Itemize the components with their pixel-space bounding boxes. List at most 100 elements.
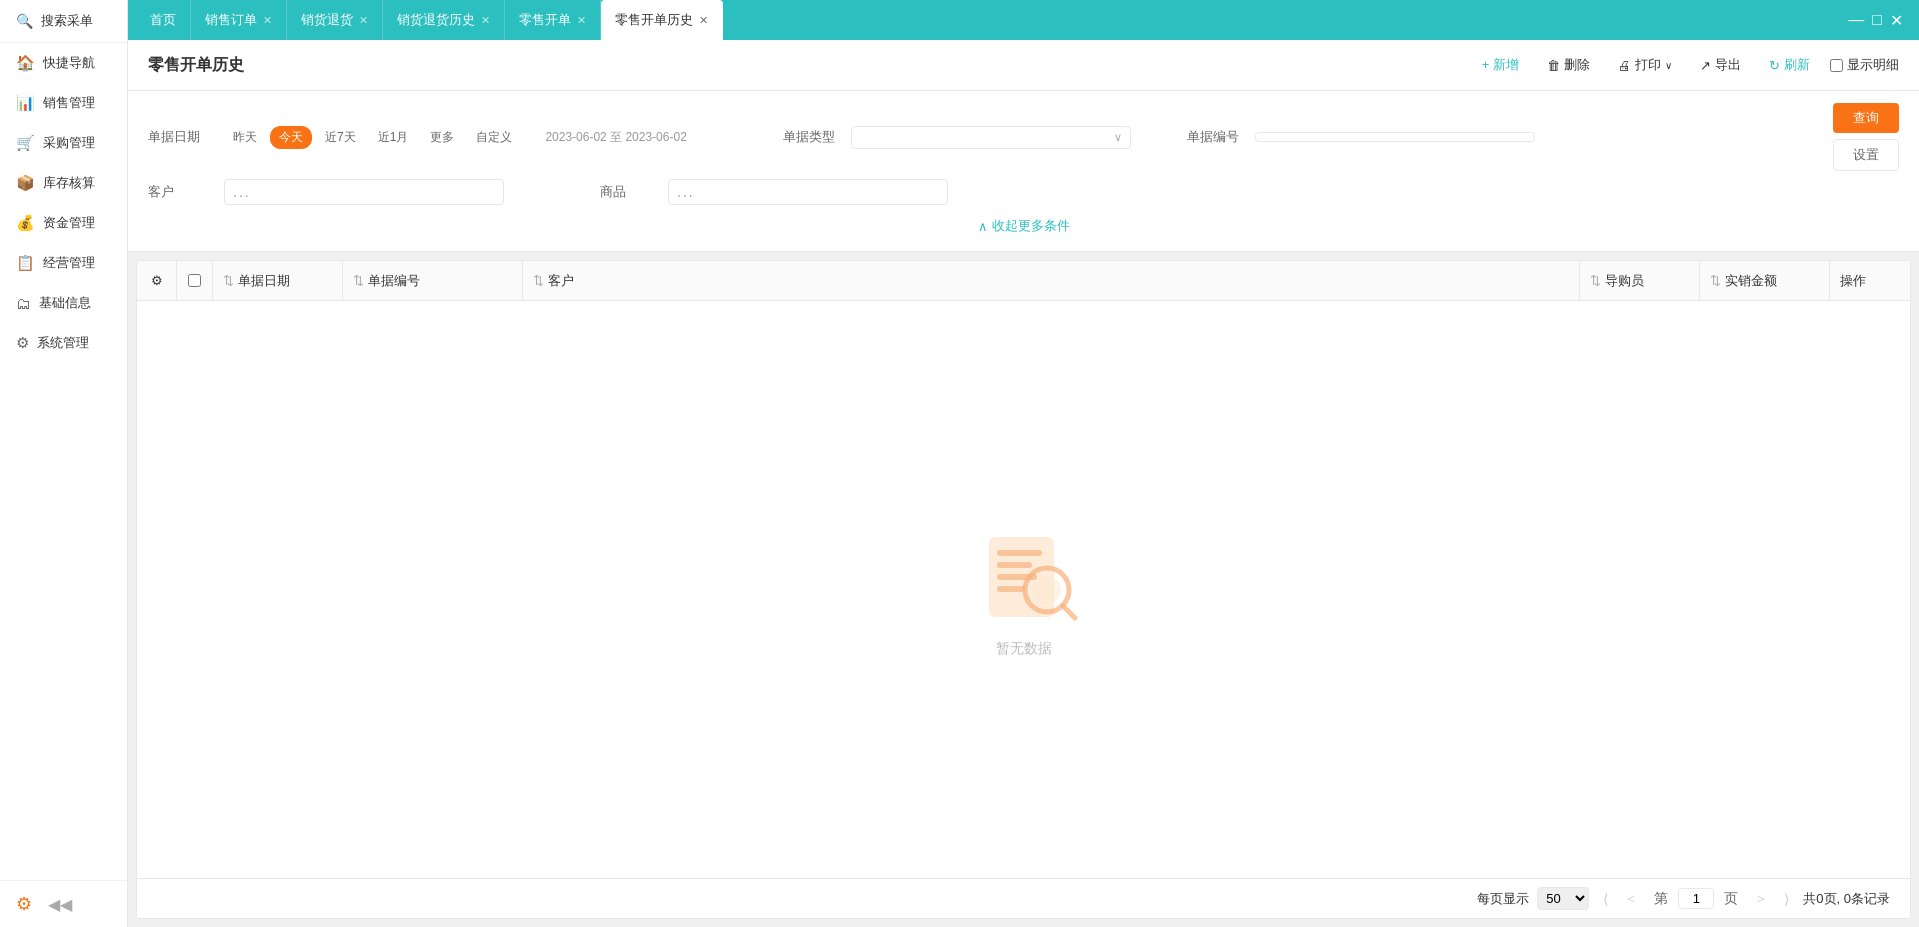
chevron-down-icon: ∨ — [1114, 131, 1122, 144]
sidebar-item-quick-nav[interactable]: 🏠 快捷导航 — [0, 43, 127, 83]
th-check[interactable] — [177, 261, 213, 300]
tab-home-label: 首页 — [150, 11, 176, 29]
export-icon: ↗ — [1700, 58, 1711, 73]
th-amount[interactable]: ⇅ 实销金额 — [1700, 261, 1830, 300]
sidebar-item-system-mgmt[interactable]: ⚙ 系统管理 — [0, 323, 127, 363]
page-number-input[interactable] — [1678, 888, 1714, 909]
toolbar: + 新增 🗑 删除 🖨 打印 ∨ ↗ 导出 ↻ 刷新 — [1474, 52, 1899, 78]
th-amount-label: 实销金额 — [1725, 272, 1777, 290]
sidebar-item-inventory[interactable]: 📦 库存核算 — [0, 163, 127, 203]
goods-input[interactable]: ... — [668, 179, 948, 205]
table-header: ⚙ ⇅ 单据日期 ⇅ 单据编号 ⇅ 客户 ⇅ — [137, 261, 1910, 301]
date-btn-today[interactable]: 今天 — [270, 126, 312, 149]
select-all-checkbox[interactable] — [188, 274, 201, 287]
sidebar-item-purchase-mgmt[interactable]: 🛒 采购管理 — [0, 123, 127, 163]
search-icon: 🔍 — [16, 13, 33, 29]
tab-retail-history-label: 零售开单历史 — [615, 11, 693, 29]
th-num[interactable]: ⇅ 单据编号 — [343, 261, 523, 300]
page-title: 零售开单历史 — [148, 55, 244, 76]
filter-row-2: 客户 ... 商品 ... — [148, 179, 1899, 205]
sidebar-item-sales-mgmt[interactable]: 📊 销售管理 — [0, 83, 127, 123]
pagination: 每页显示 50 10 20 100 ⟨ ＜ 第 页 ＞ ⟩ 共0页, 0条记录 — [137, 878, 1910, 918]
export-button[interactable]: ↗ 导出 — [1692, 52, 1749, 78]
date-btn-custom[interactable]: 自定义 — [467, 126, 521, 149]
sidebar-search[interactable]: 🔍 搜索采单 — [0, 0, 127, 43]
sales-icon: 📊 — [16, 94, 35, 112]
refresh-button[interactable]: ↻ 刷新 — [1761, 52, 1818, 78]
minimize-btn[interactable]: — — [1848, 11, 1864, 29]
th-action-label: 操作 — [1840, 272, 1866, 290]
maximize-btn[interactable]: □ — [1872, 11, 1882, 29]
th-amount-sort-icon: ⇅ — [1710, 273, 1721, 288]
goods-dots: ... — [677, 184, 695, 200]
tab-retail-open-label: 零售开单 — [519, 11, 571, 29]
page-label: 第 — [1648, 888, 1674, 910]
tab-sales-return-history[interactable]: 销货退货历史 ✕ — [383, 0, 505, 40]
tab-sales-order[interactable]: 销售订单 ✕ — [191, 0, 287, 40]
th-date[interactable]: ⇅ 单据日期 — [213, 261, 343, 300]
add-label: + 新增 — [1482, 56, 1519, 74]
page-nav: ⟨ ＜ 第 页 ＞ ⟩ — [1597, 888, 1795, 910]
window-controls: — □ ✕ — [1848, 11, 1911, 30]
th-guide-sort-icon: ⇅ — [1590, 273, 1601, 288]
close-btn[interactable]: ✕ — [1890, 11, 1903, 30]
sidebar-item-finance[interactable]: 💰 资金管理 — [0, 203, 127, 243]
customer-input[interactable]: ... — [224, 179, 504, 205]
settings-button[interactable]: 设置 — [1833, 139, 1899, 171]
tab-home[interactable]: 首页 — [136, 0, 191, 40]
date-btn-yesterday[interactable]: 昨天 — [224, 126, 266, 149]
tab-close-sales-return-history[interactable]: ✕ — [481, 14, 490, 27]
svg-point-7 — [1033, 576, 1061, 604]
finance-icon: 💰 — [16, 214, 35, 232]
show-detail-label: 显示明细 — [1847, 56, 1899, 74]
tab-close-sales-order[interactable]: ✕ — [263, 14, 272, 27]
delete-icon: 🗑 — [1547, 58, 1560, 73]
collapse-sidebar-icon[interactable]: ◀◀ — [48, 895, 72, 914]
collapse-row: ∧ 收起更多条件 — [148, 213, 1899, 239]
tab-retail-history[interactable]: 零售开单历史 ✕ — [601, 0, 723, 40]
th-gear[interactable]: ⚙ — [137, 261, 177, 300]
collapse-arrow-icon: ∧ — [978, 219, 988, 234]
first-page-btn[interactable]: ⟨ — [1597, 889, 1614, 909]
per-page-select[interactable]: 50 10 20 100 — [1537, 887, 1589, 910]
page-header: 零售开单历史 + 新增 🗑 删除 🖨 打印 ∨ ↗ 导出 — [128, 40, 1919, 91]
last-page-btn[interactable]: ⟩ — [1778, 889, 1795, 909]
sidebar: 🔍 搜索采单 🏠 快捷导航 📊 销售管理 🛒 采购管理 📦 库存核算 💰 资金管… — [0, 0, 128, 927]
customer-label: 客户 — [148, 183, 208, 201]
doc-type-select[interactable]: ∨ — [851, 126, 1131, 149]
th-customer-label: 客户 — [548, 272, 574, 290]
sidebar-item-basic-info[interactable]: 🗂 基础信息 — [0, 283, 127, 323]
date-btn-month[interactable]: 近1月 — [369, 126, 418, 149]
date-btn-week[interactable]: 近7天 — [316, 126, 365, 149]
prev-page-btn[interactable]: ＜ — [1618, 888, 1644, 910]
date-btn-more[interactable]: 更多 — [421, 126, 463, 149]
settings-footer-icon[interactable]: ⚙ — [16, 893, 32, 915]
query-button[interactable]: 查询 — [1833, 103, 1899, 133]
content-area: 零售开单历史 + 新增 🗑 删除 🖨 打印 ∨ ↗ 导出 — [128, 40, 1919, 927]
operations-icon: 📋 — [16, 254, 35, 272]
sidebar-item-label: 快捷导航 — [43, 54, 95, 72]
th-guide[interactable]: ⇅ 导购员 — [1580, 261, 1700, 300]
sidebar-item-operations[interactable]: 📋 经营管理 — [0, 243, 127, 283]
tab-retail-open[interactable]: 零售开单 ✕ — [505, 0, 601, 40]
collapse-button[interactable]: ∧ 收起更多条件 — [966, 213, 1082, 239]
sidebar-search-label: 搜索采单 — [41, 12, 93, 30]
collapse-label: 收起更多条件 — [992, 217, 1070, 235]
print-arrow-icon: ∨ — [1665, 60, 1672, 71]
th-customer[interactable]: ⇅ 客户 — [523, 261, 1580, 300]
show-detail-check[interactable] — [1830, 59, 1843, 72]
doc-num-label: 单据编号 — [1187, 128, 1247, 146]
tab-sales-return[interactable]: 销货退货 ✕ — [287, 0, 383, 40]
delete-button[interactable]: 🗑 删除 — [1539, 52, 1598, 78]
add-button[interactable]: + 新增 — [1474, 52, 1527, 78]
show-detail-checkbox[interactable]: 显示明细 — [1830, 56, 1899, 74]
doc-num-input[interactable] — [1255, 132, 1535, 142]
next-page-btn[interactable]: ＞ — [1748, 888, 1774, 910]
tab-close-retail-history[interactable]: ✕ — [699, 14, 708, 27]
sidebar-item-label: 销售管理 — [43, 94, 95, 112]
tab-close-retail-open[interactable]: ✕ — [577, 14, 586, 27]
tab-close-sales-return[interactable]: ✕ — [359, 14, 368, 27]
tab-bar: 首页 销售订单 ✕ 销货退货 ✕ 销货退货历史 ✕ 零售开单 ✕ 零售开单历史 … — [128, 0, 1919, 40]
svg-rect-1 — [997, 550, 1042, 556]
print-button[interactable]: 🖨 打印 ∨ — [1610, 52, 1680, 78]
